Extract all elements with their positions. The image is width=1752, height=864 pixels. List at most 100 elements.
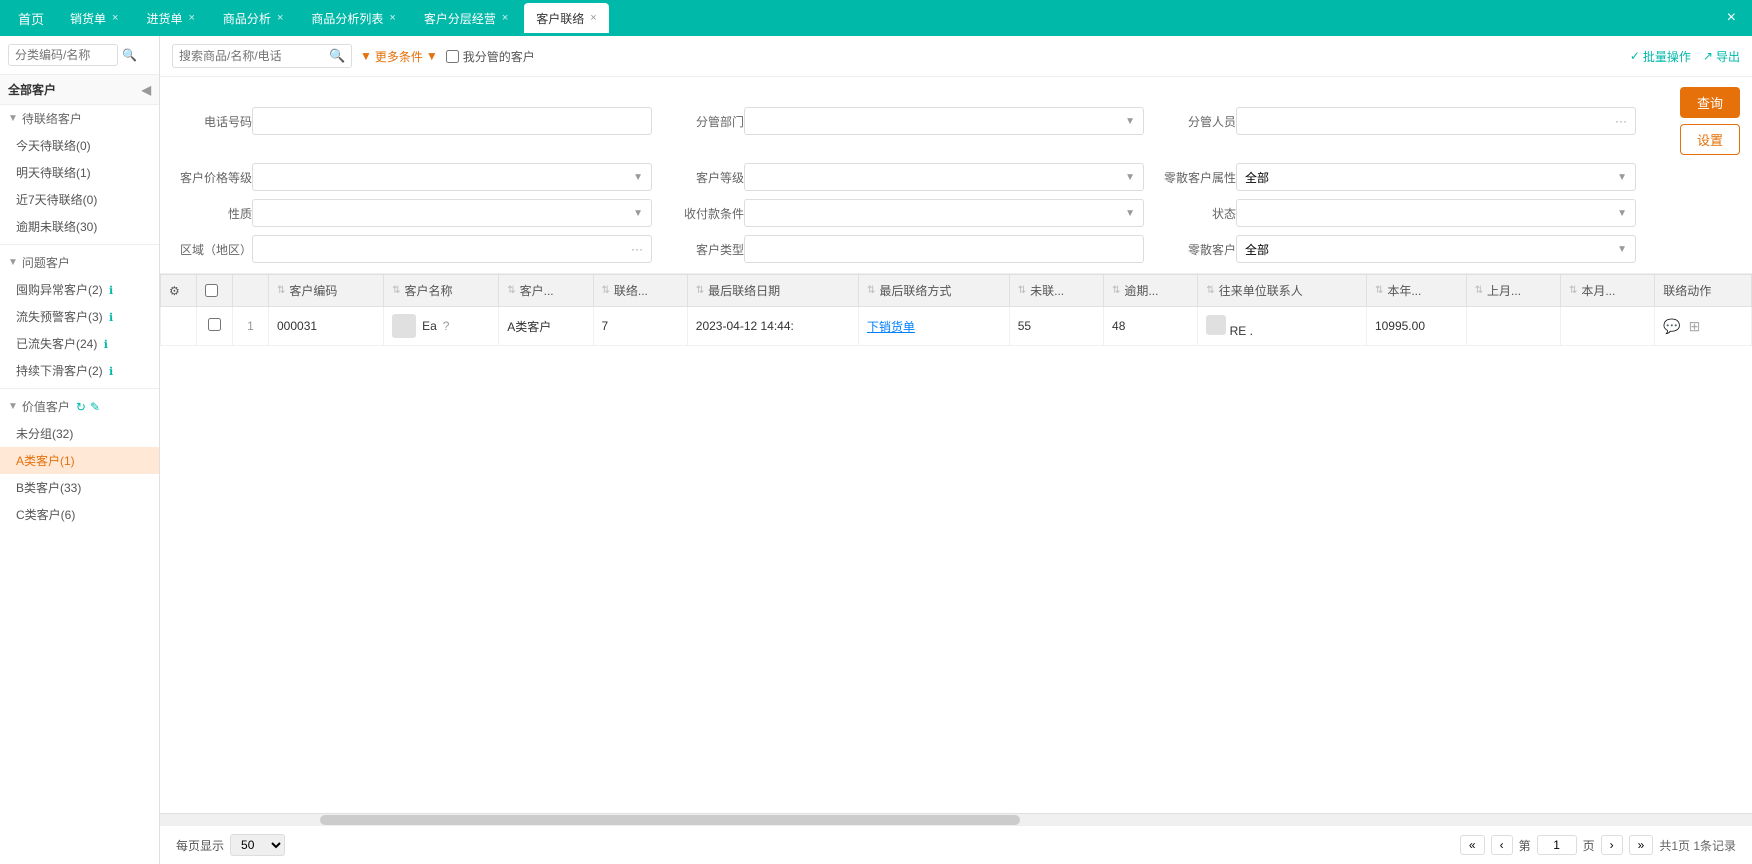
page-label: 第 xyxy=(1519,837,1531,854)
settings-button[interactable]: 设置 xyxy=(1680,124,1740,155)
nav-tab-sales[interactable]: 销货单 × xyxy=(58,3,130,33)
sidebar-item-class-c[interactable]: C类客户(6) xyxy=(0,501,159,528)
sidebar-item-overdue[interactable]: 逾期未联络(30) xyxy=(0,213,159,240)
sidebar-collapse-icon[interactable]: ◀ xyxy=(142,83,151,97)
retail-customer-select[interactable]: 全部 ▼ xyxy=(1236,235,1636,263)
row-seq: 1 xyxy=(233,307,269,346)
close-purchase-tab[interactable]: × xyxy=(188,12,194,24)
row-checkbox-cell[interactable] xyxy=(197,307,233,346)
filter-search-box[interactable]: 🔍 xyxy=(172,44,352,68)
close-window-btn[interactable]: × xyxy=(1719,5,1744,31)
sort-icon-name: ⇅ xyxy=(392,285,400,296)
row-type: A类客户 xyxy=(499,307,593,346)
payment-label: 收付款条件 xyxy=(664,205,744,222)
prev-page-btn[interactable]: ‹ xyxy=(1491,835,1513,855)
manager-input[interactable]: ··· xyxy=(1236,107,1636,135)
sidebar-item-tomorrow[interactable]: 明天待联络(1) xyxy=(0,159,159,186)
sidebar-item-churned[interactable]: 已流失客户(24) ℹ xyxy=(0,330,159,357)
th-no-contact[interactable]: ⇅ 未联... xyxy=(1009,275,1103,307)
retail-attr-select[interactable]: 全部 ▼ xyxy=(1236,163,1636,191)
th-this-month[interactable]: ⇅ 本月... xyxy=(1560,275,1654,307)
qrcode-icon[interactable]: ⊞ xyxy=(1689,318,1701,335)
close-analysis-list-tab[interactable]: × xyxy=(389,12,395,24)
th-unit-contact[interactable]: ⇅ 往来单位联系人 xyxy=(1198,275,1367,307)
dept-arrow-icon: ▼ xyxy=(1125,116,1135,127)
close-sales-tab[interactable]: × xyxy=(112,12,118,24)
price-level-select[interactable]: ▼ xyxy=(252,163,652,191)
sidebar-item-class-a[interactable]: A类客户(1) xyxy=(0,447,159,474)
phone-input[interactable] xyxy=(252,107,652,135)
nature-select[interactable]: ▼ xyxy=(252,199,652,227)
last-method-link[interactable]: 下销货单 xyxy=(867,320,915,334)
sidebar-item-churn-warning[interactable]: 流失预警客户(3) ℹ xyxy=(0,303,159,330)
scroll-thumb[interactable] xyxy=(320,815,1020,825)
status-select[interactable]: ▼ xyxy=(1236,199,1636,227)
th-code[interactable]: ⇅ 客户编码 xyxy=(269,275,384,307)
horizontal-scrollbar[interactable] xyxy=(160,813,1752,825)
th-overdue[interactable]: ⇅ 逾期... xyxy=(1104,275,1198,307)
row-last-method[interactable]: 下销货单 xyxy=(858,307,1009,346)
th-last-date[interactable]: ⇅ 最后联络日期 xyxy=(687,275,858,307)
filter-search-input[interactable] xyxy=(179,49,329,63)
filter-search-icon[interactable]: 🔍 xyxy=(329,48,345,64)
last-page-btn[interactable]: » xyxy=(1629,835,1654,855)
nav-tab-purchase[interactable]: 进货单 × xyxy=(134,3,206,33)
sidebar-item-class-b[interactable]: B类客户(33) xyxy=(0,474,159,501)
th-name[interactable]: ⇅ 客户名称 xyxy=(384,275,499,307)
th-settings[interactable]: ⚙ xyxy=(161,275,197,307)
nav-tab-analysis-list[interactable]: 商品分析列表 × xyxy=(299,3,407,33)
my-customers-filter[interactable]: 我分管的客户 xyxy=(446,48,535,65)
th-actions: 联络动作 xyxy=(1655,275,1752,307)
manager-dots-icon: ··· xyxy=(1615,114,1627,128)
sidebar-group-pending[interactable]: ▼ 待联络客户 xyxy=(0,105,159,132)
close-customer-segment-tab[interactable]: × xyxy=(502,12,508,24)
settings-icon[interactable]: ⚙ xyxy=(169,284,180,298)
query-button[interactable]: 查询 xyxy=(1680,87,1740,118)
th-this-year[interactable]: ⇅ 本年... xyxy=(1366,275,1466,307)
nav-tab-customer-segment[interactable]: 客户分层经营 × xyxy=(412,3,520,33)
row-this-month xyxy=(1560,307,1654,346)
chat-icon[interactable]: 💬 xyxy=(1663,318,1680,335)
sidebar-item-declining[interactable]: 持续下滑客户(2) ℹ xyxy=(0,357,159,384)
nav-tab-analysis[interactable]: 商品分析 × xyxy=(211,3,295,33)
sidebar-group-value[interactable]: ▼ 价值客户 ↻ ✎ xyxy=(0,393,159,420)
customer-type-input[interactable] xyxy=(744,235,1144,263)
sidebar-search-input[interactable] xyxy=(8,44,118,66)
my-customers-checkbox[interactable] xyxy=(446,50,459,63)
nav-tab-customer-contact[interactable]: 客户联络 × xyxy=(524,3,608,33)
first-page-btn[interactable]: « xyxy=(1460,835,1485,855)
customers-table: ⚙ ⇅ 客户编码 xyxy=(160,274,1752,346)
nav-home[interactable]: 首页 xyxy=(8,5,54,32)
th-type[interactable]: ⇅ 客户... xyxy=(499,275,593,307)
th-checkbox[interactable] xyxy=(197,275,233,307)
sidebar-item-ungraded[interactable]: 未分组(32) xyxy=(0,420,159,447)
customer-level-select[interactable]: ▼ xyxy=(744,163,1144,191)
select-all-checkbox[interactable] xyxy=(205,284,218,297)
export-btn[interactable]: ↗ 导出 xyxy=(1703,48,1740,65)
sidebar-search-icon[interactable]: 🔍 xyxy=(122,48,137,62)
filter-more-btn[interactable]: ▼ 更多条件 ▼ xyxy=(360,48,438,65)
th-last-month[interactable]: ⇅ 上月... xyxy=(1466,275,1560,307)
close-analysis-tab[interactable]: × xyxy=(277,12,283,24)
top-navigation: 首页 销货单 × 进货单 × 商品分析 × 商品分析列表 × 客户分层经营 × … xyxy=(0,0,1752,36)
batch-op-icon: ✓ xyxy=(1630,49,1640,63)
payment-select[interactable]: ▼ xyxy=(744,199,1144,227)
main-layout: 🔍 全部客户 ◀ ▼ 待联络客户 今天待联络(0) 明天待联络(1) 近7天待联… xyxy=(0,36,1752,864)
row-checkbox[interactable] xyxy=(208,318,221,331)
sidebar-group-problem[interactable]: ▼ 问题客户 xyxy=(0,249,159,276)
close-customer-contact-tab[interactable]: × xyxy=(590,12,596,24)
region-input[interactable]: ··· xyxy=(252,235,652,263)
page-size-select[interactable]: 50 100 200 xyxy=(230,834,285,856)
sidebar-item-hoarding[interactable]: 囤购异常客户(2) ℹ xyxy=(0,276,159,303)
th-contact[interactable]: ⇅ 联络... xyxy=(593,275,687,307)
phone-field: 电话号码 xyxy=(172,107,652,135)
sidebar-item-7days[interactable]: 近7天待联络(0) xyxy=(0,186,159,213)
dept-select[interactable]: ▼ xyxy=(744,107,1144,135)
retail-customer-field: 零散客户 全部 ▼ xyxy=(1156,235,1636,263)
batch-operation-btn[interactable]: ✓ 批量操作 xyxy=(1630,48,1691,65)
page-input[interactable] xyxy=(1537,835,1577,855)
next-page-btn[interactable]: › xyxy=(1601,835,1623,855)
th-last-method[interactable]: ⇅ 最后联络方式 xyxy=(858,275,1009,307)
sidebar-all-customers-header[interactable]: 全部客户 ◀ xyxy=(0,75,159,105)
sidebar-item-today[interactable]: 今天待联络(0) xyxy=(0,132,159,159)
